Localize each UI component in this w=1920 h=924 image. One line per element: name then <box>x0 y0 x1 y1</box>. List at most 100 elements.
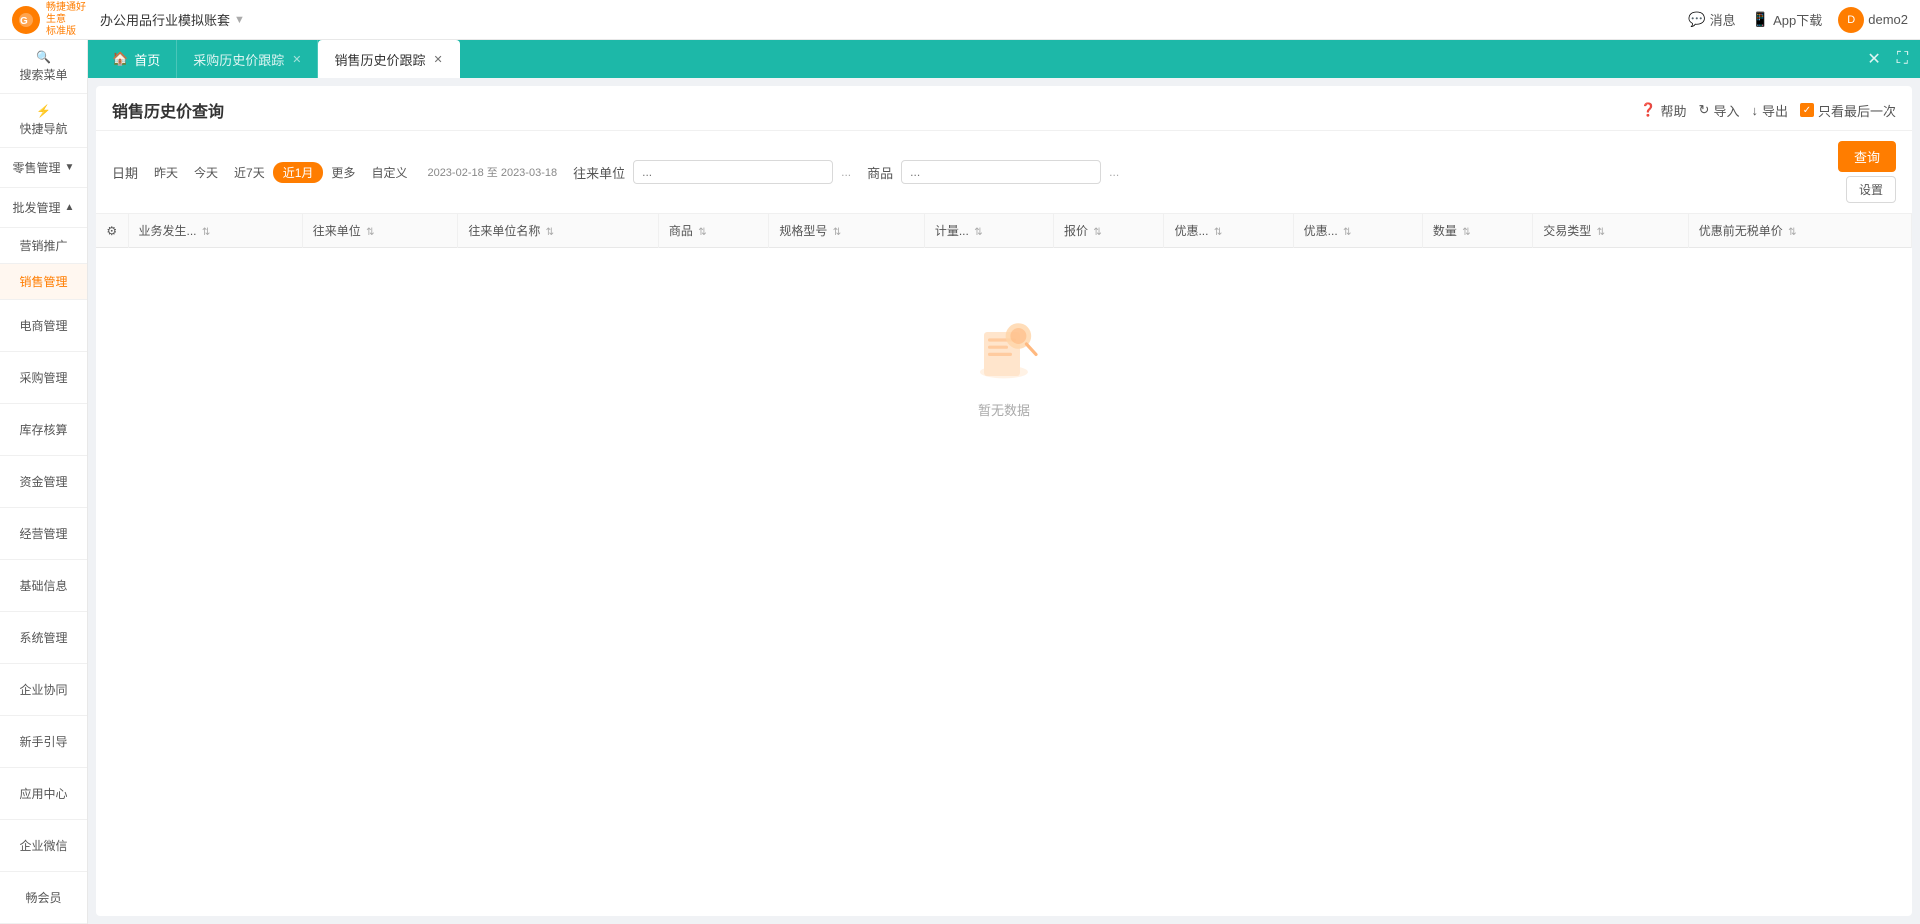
goods-input[interactable] <box>901 160 1101 184</box>
date-options: 昨天 今天 近7天 近1月 更多 自定义 <box>146 162 415 183</box>
sidebar-item-search-menu[interactable]: 🔍 搜索菜单 <box>0 40 87 94</box>
tab-purchase-history-close[interactable]: ✕ <box>292 53 301 66</box>
sidebar: 🔍 搜索菜单 ⚡ 快捷导航 零售管理 ▼ 批发管理 ▲ 营销推广 销售管理 电商… <box>0 40 88 924</box>
column-discount2[interactable]: 优惠... ⇅ <box>1293 214 1422 248</box>
sort-icon-spec: ⇅ <box>833 227 841 238</box>
column-goods[interactable]: 商品 ⇅ <box>658 214 768 248</box>
page-header: 销售历史价查询 ❓ 帮助 ↻ 导入 ↓ 导出 ✓ <box>96 86 1912 131</box>
import-btn[interactable]: ↻ 导入 <box>1699 101 1740 120</box>
column-unit[interactable]: 计量... ⇅ <box>924 214 1053 248</box>
sidebar-item-member[interactable]: 畅会员 <box>0 872 87 924</box>
top-bar: G 畅捷通好生意 标准版 办公用品行业模拟账套 ▼ 💬 消息 📱 App下载 D… <box>0 0 1920 40</box>
sort-icon-pre-tax-price: ⇅ <box>1788 227 1796 238</box>
column-partner-code[interactable]: 往来单位 ⇅ <box>302 214 458 248</box>
last-only-checkbox[interactable]: ✓ 只看最后一次 <box>1800 101 1896 120</box>
tab-fullscreen-icon[interactable]: ⛶ <box>1893 48 1912 70</box>
sidebar-item-system[interactable]: 系统管理 <box>0 612 87 664</box>
svg-text:G: G <box>20 16 28 27</box>
sort-icon-discount1: ⇅ <box>1214 227 1222 238</box>
table-container: ⚙ 业务发生... ⇅ 往来单位 ⇅ 往来单位名称 <box>96 214 1912 916</box>
tab-home[interactable]: 🏠 首页 <box>96 40 177 78</box>
sort-icon-biz-date: ⇅ <box>202 227 210 238</box>
date-opt-today[interactable]: 今天 <box>186 162 226 183</box>
empty-icon <box>964 308 1044 388</box>
sidebar-item-quick-nav[interactable]: ⚡ 快捷导航 <box>0 94 87 148</box>
sidebar-item-operation[interactable]: 经营管理 <box>0 508 87 560</box>
tab-close-all-icon[interactable]: ✕ <box>1863 47 1884 71</box>
date-opt-more[interactable]: 更多 <box>323 162 363 183</box>
top-bar-right: 💬 消息 📱 App下载 D demo2 <box>1688 7 1908 33</box>
column-gear[interactable]: ⚙ <box>96 214 128 248</box>
sidebar-item-ecommerce[interactable]: 电商管理 <box>0 300 87 352</box>
sort-icon-goods: ⇅ <box>698 227 706 238</box>
avatar: D <box>1838 7 1864 33</box>
date-label: 日期 <box>112 163 138 182</box>
date-opt-7days[interactable]: 近7天 <box>226 162 273 183</box>
column-price[interactable]: 报价 ⇅ <box>1054 214 1164 248</box>
partner-filter-group: 往来单位 ... <box>573 160 851 184</box>
message-icon: 💬 <box>1688 11 1705 28</box>
page-title: 销售历史价查询 <box>112 98 224 122</box>
settings-button[interactable]: 设置 <box>1846 176 1896 203</box>
dropdown-icon[interactable]: ▼ <box>234 14 245 26</box>
sidebar-item-app-center[interactable]: 应用中心 <box>0 768 87 820</box>
account-title: 办公用品行业模拟账套 <box>100 10 230 29</box>
date-opt-1month[interactable]: 近1月 <box>273 162 324 183</box>
app-download-btn[interactable]: 📱 App下载 <box>1752 10 1823 29</box>
date-opt-yesterday[interactable]: 昨天 <box>146 162 186 183</box>
date-opt-custom[interactable]: 自定义 <box>363 162 415 183</box>
sort-icon-partner-name: ⇅ <box>546 227 554 238</box>
sidebar-item-wholesale[interactable]: 批发管理 ▲ <box>0 188 87 228</box>
checkbox-checked-icon: ✓ <box>1800 103 1814 117</box>
sort-icon-trade-type: ⇅ <box>1597 227 1605 238</box>
sort-icon-quantity: ⇅ <box>1462 227 1470 238</box>
tab-sales-history[interactable]: 销售历史价跟踪 ✕ <box>318 40 459 78</box>
column-trade-type[interactable]: 交易类型 ⇅ <box>1533 214 1689 248</box>
date-filter-group: 日期 昨天 今天 近7天 近1月 更多 自定义 2023-02-18 至 202… <box>112 162 557 183</box>
sidebar-item-sales-mgmt[interactable]: 销售管理 <box>0 264 87 300</box>
export-icon: ↓ <box>1751 103 1758 118</box>
column-pre-tax-price[interactable]: 优惠前无税单价 ⇅ <box>1688 214 1911 248</box>
help-btn[interactable]: ❓ 帮助 <box>1640 101 1686 120</box>
tab-bar: 🏠 首页 采购历史价跟踪 ✕ 销售历史价跟踪 ✕ ✕ ⛶ <box>88 40 1920 78</box>
app-icon: 📱 <box>1752 11 1769 28</box>
sidebar-item-enterprise[interactable]: 企业协同 <box>0 664 87 716</box>
sidebar-item-inventory[interactable]: 库存核算 <box>0 404 87 456</box>
top-bar-title[interactable]: 办公用品行业模拟账套 ▼ <box>100 10 1680 29</box>
home-icon: 🏠 <box>112 51 128 67</box>
goods-dots[interactable]: ... <box>1109 165 1119 179</box>
page-content: 销售历史价查询 ❓ 帮助 ↻ 导入 ↓ 导出 ✓ <box>96 86 1912 916</box>
column-partner-name[interactable]: 往来单位名称 ⇅ <box>458 214 659 248</box>
query-button[interactable]: 查询 <box>1838 141 1896 172</box>
partner-input[interactable] <box>633 160 833 184</box>
column-biz-date[interactable]: 业务发生... ⇅ <box>128 214 302 248</box>
tab-bar-right: ✕ ⛶ <box>1863 47 1912 71</box>
filter-bar: 日期 昨天 今天 近7天 近1月 更多 自定义 2023-02-18 至 202… <box>96 131 1912 214</box>
import-icon: ↻ <box>1699 102 1710 118</box>
tab-purchase-history[interactable]: 采购历史价跟踪 ✕ <box>177 40 318 78</box>
partner-dots[interactable]: ... <box>841 165 851 179</box>
sort-icon-price: ⇅ <box>1093 227 1101 238</box>
column-spec[interactable]: 规格型号 ⇅ <box>769 214 925 248</box>
column-quantity[interactable]: 数量 ⇅ <box>1422 214 1532 248</box>
sort-icon-partner-code: ⇅ <box>366 227 374 238</box>
export-btn[interactable]: ↓ 导出 <box>1751 101 1788 120</box>
sidebar-item-guide[interactable]: 新手引导 <box>0 716 87 768</box>
message-btn[interactable]: 💬 消息 <box>1688 10 1735 29</box>
main-layout: 🔍 搜索菜单 ⚡ 快捷导航 零售管理 ▼ 批发管理 ▲ 营销推广 销售管理 电商… <box>0 40 1920 924</box>
sidebar-item-marketing[interactable]: 营销推广 <box>0 228 87 264</box>
sidebar-item-wechat[interactable]: 企业微信 <box>0 820 87 872</box>
tab-sales-history-close[interactable]: ✕ <box>433 53 442 66</box>
user-btn[interactable]: D demo2 <box>1838 7 1908 33</box>
sidebar-item-basic-info[interactable]: 基础信息 <box>0 560 87 612</box>
column-discount1[interactable]: 优惠... ⇅ <box>1164 214 1293 248</box>
chevron-up-icon: ▲ <box>65 202 75 213</box>
nav-icon: ⚡ <box>36 104 51 118</box>
gear-icon: ⚙ <box>106 224 117 238</box>
sidebar-item-purchase[interactable]: 采购管理 <box>0 352 87 404</box>
sidebar-item-finance[interactable]: 资金管理 <box>0 456 87 508</box>
sidebar-item-retail[interactable]: 零售管理 ▼ <box>0 148 87 188</box>
empty-state: 暂无数据 <box>96 248 1912 479</box>
goods-filter-group: 商品 ... <box>867 160 1119 184</box>
date-range-display: 2023-02-18 至 2023-03-18 <box>427 164 557 180</box>
